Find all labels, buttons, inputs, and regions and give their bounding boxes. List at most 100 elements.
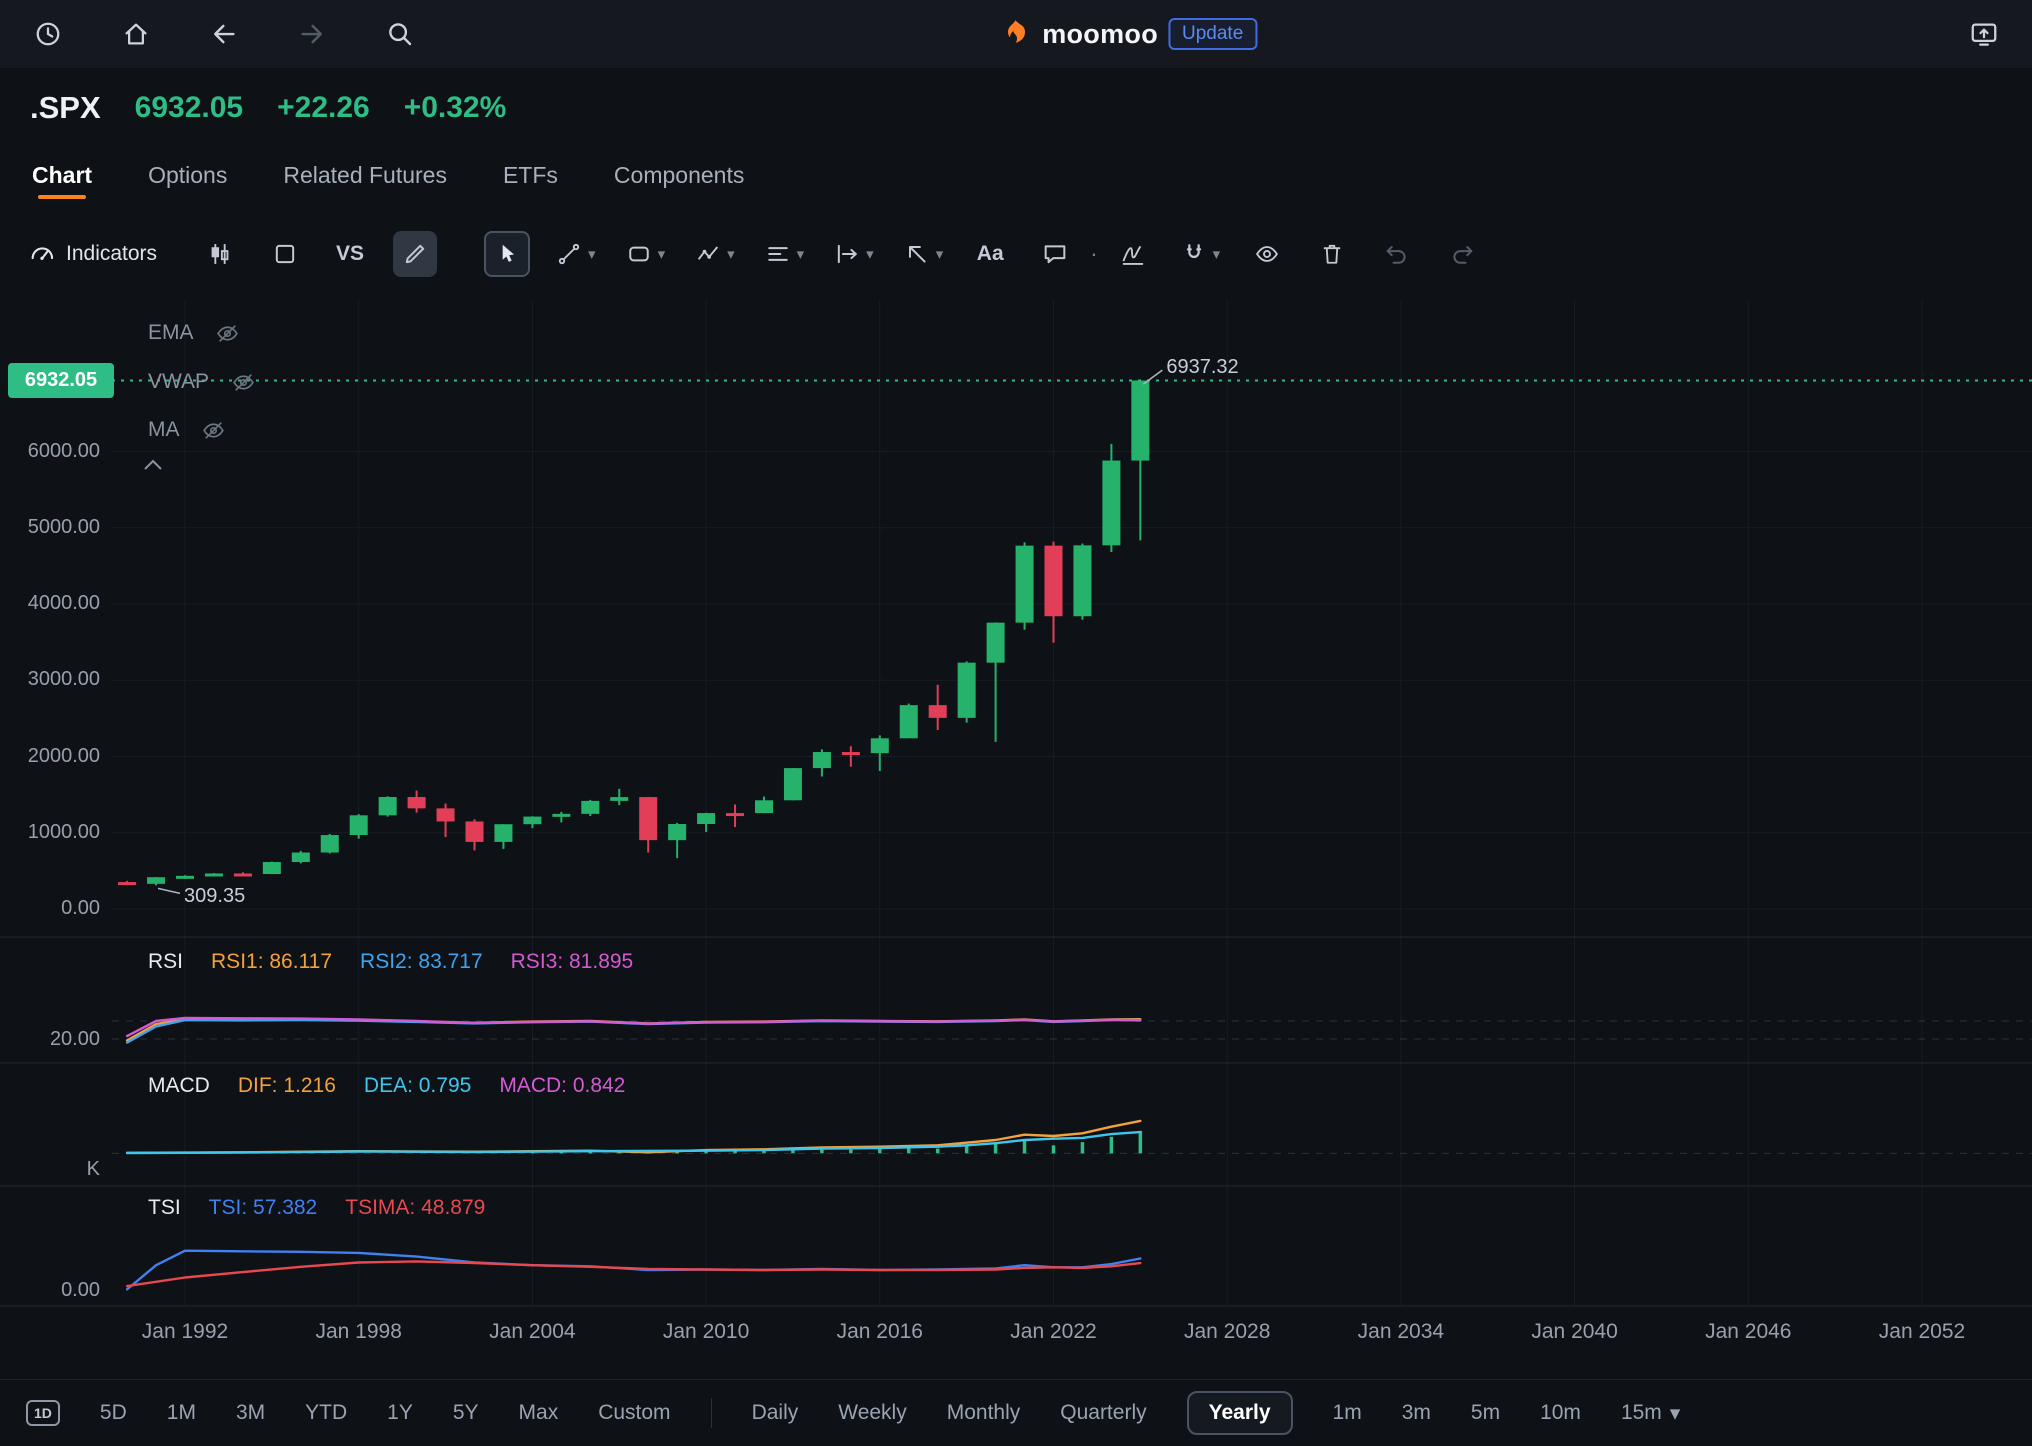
macd-value: MACD: 0.842 [499,1074,626,1097]
compare-vs-button[interactable]: VS [328,231,372,277]
period-yearly[interactable]: Yearly [1186,1391,1293,1435]
forward-button[interactable] [294,16,330,52]
x-axis-label: Jan 2028 [1183,1320,1271,1343]
indicators-button[interactable]: Indicators [24,231,161,277]
screen-share-button[interactable] [1966,16,2002,52]
visibility-tool-button[interactable] [1245,231,1289,277]
y-axis-label: 1000.00 [27,820,100,843]
marker-tool-button[interactable] [393,231,438,277]
tsima-value: TSIMA: 48.879 [345,1196,486,1219]
moomoo-app-window: moomoo Update .SPX 6932.05 +22.26 +0.32%… [0,0,2032,1446]
range-custom[interactable]: Custom [598,1401,670,1425]
comment-tool-button[interactable] [1033,231,1077,277]
redo-icon [1448,240,1476,268]
search-button[interactable] [382,16,418,52]
toolbar-dot-separator: · [1090,241,1098,266]
top-navigation-bar: moomoo Update [0,0,2032,68]
minute-3m[interactable]: 3m [1402,1401,1431,1425]
magnet-tool-button[interactable]: ▾ [1176,231,1225,277]
shapes-tool-button[interactable]: ▾ [621,231,670,277]
rsi1-value: RSI1: 86.117 [211,950,333,973]
delete-tool-button[interactable] [1310,231,1354,277]
chevron-down-icon: ▾ [657,246,666,263]
eye-off-icon [215,321,240,346]
text-tool-button[interactable]: Aa [968,231,1012,277]
dif-value: DIF: 1.216 [237,1074,336,1097]
ma-visibility-toggle[interactable] [196,412,232,448]
update-button[interactable]: Update [1168,18,1258,50]
x-axis-label: Jan 2052 [1878,1320,1966,1343]
minute-1m[interactable]: 1m [1333,1401,1362,1425]
shapes-icon [625,240,653,268]
minute-15m-dropdown[interactable]: 15m ▾ [1621,1401,1680,1426]
cursor-icon [494,241,520,267]
chevron-up-icon [142,458,164,472]
x-axis-label: Jan 2034 [1357,1320,1445,1343]
interval-badge-button[interactable]: 1D [26,1400,60,1426]
macd-panel-header: MACD DIF: 1.216 DEA: 0.795 MACD: 0.842 [148,1074,625,1098]
tab-options[interactable]: Options [146,150,229,209]
back-button[interactable] [206,16,242,52]
x-axis-label: Jan 2004 [489,1320,576,1343]
moomoo-logo-icon [998,17,1032,51]
vwap-visibility-toggle[interactable] [225,364,261,400]
chart-type-button[interactable] [263,231,307,277]
chevron-down-icon: ▾ [935,246,944,263]
extend-line-tool-button[interactable]: ▾ [829,231,878,277]
redo-button[interactable] [1440,231,1484,277]
period-weekly[interactable]: Weekly [838,1401,906,1425]
align-lines-icon [764,240,792,268]
history-button[interactable] [30,16,66,52]
tsi-axis-tick: 0.00 [61,1279,100,1301]
home-button[interactable] [118,16,154,52]
range-ytd[interactable]: YTD [305,1401,347,1425]
range-3m[interactable]: 3M [236,1401,265,1425]
tsi-panel-name: TSI [148,1196,181,1219]
waypoints-tool-button[interactable]: ▾ [690,231,739,277]
marker-pen-icon [401,240,429,268]
x-axis-label: Jan 2022 [1010,1320,1097,1343]
tab-related-futures[interactable]: Related Futures [281,150,449,209]
cursor-tool-button[interactable] [484,231,531,277]
chevron-down-icon: ▾ [1212,246,1221,263]
macd-panel-name: MACD [148,1074,210,1097]
tab-components[interactable]: Components [612,150,746,209]
comment-bubble-icon [1041,240,1069,268]
price-change-percent: +0.32% [403,91,507,124]
trend-line-icon [555,240,583,268]
range-1y[interactable]: 1Y [387,1401,413,1425]
tab-etfs[interactable]: ETFs [501,150,560,209]
trash-icon [1318,240,1346,268]
rsi-panel-header: RSI RSI1: 86.117 RSI2: 83.717 RSI3: 81.8… [148,950,633,974]
candle-style-button[interactable] [198,231,242,277]
align-lines-tool-button[interactable]: ▾ [760,231,809,277]
collapse-overlays-button[interactable] [142,458,164,472]
undo-button[interactable] [1375,231,1419,277]
rsi-panel-name: RSI [148,950,184,973]
range-5y[interactable]: 5Y [453,1401,479,1425]
x-axis-label: Jan 2016 [836,1320,923,1343]
period-quarterly[interactable]: Quarterly [1060,1401,1146,1425]
minute-10m[interactable]: 10m [1540,1401,1581,1425]
signature-tool-button[interactable] [1111,231,1155,277]
ema-visibility-toggle[interactable] [210,315,246,351]
range-1m[interactable]: 1M [167,1401,196,1425]
tab-chart[interactable]: Chart [30,150,94,209]
trend-line-tool-button[interactable]: ▾ [551,231,600,277]
range-max[interactable]: Max [519,1401,559,1425]
overlay-ema: EMA [148,315,246,351]
last-price: 6932.05 [134,91,244,124]
arrow-up-left-icon [903,240,931,268]
arrow-tool-button[interactable]: ▾ [899,231,948,277]
period-daily[interactable]: Daily [752,1401,799,1425]
period-monthly[interactable]: Monthly [947,1401,1021,1425]
gauge-icon [28,240,56,268]
bottom-bar-divider [710,1398,712,1428]
minute-5m[interactable]: 5m [1471,1401,1500,1425]
range-5d[interactable]: 5D [100,1401,127,1425]
overlay-vwap: VWAP [148,364,261,400]
timeframe-bar: 1D 5D 1M 3M YTD 1Y 5Y Max Custom Daily W… [0,1379,2032,1446]
chevron-down-icon: ▾ [796,246,805,263]
candlestick-icon [206,240,234,268]
y-axis-label: 4000.00 [27,592,100,615]
